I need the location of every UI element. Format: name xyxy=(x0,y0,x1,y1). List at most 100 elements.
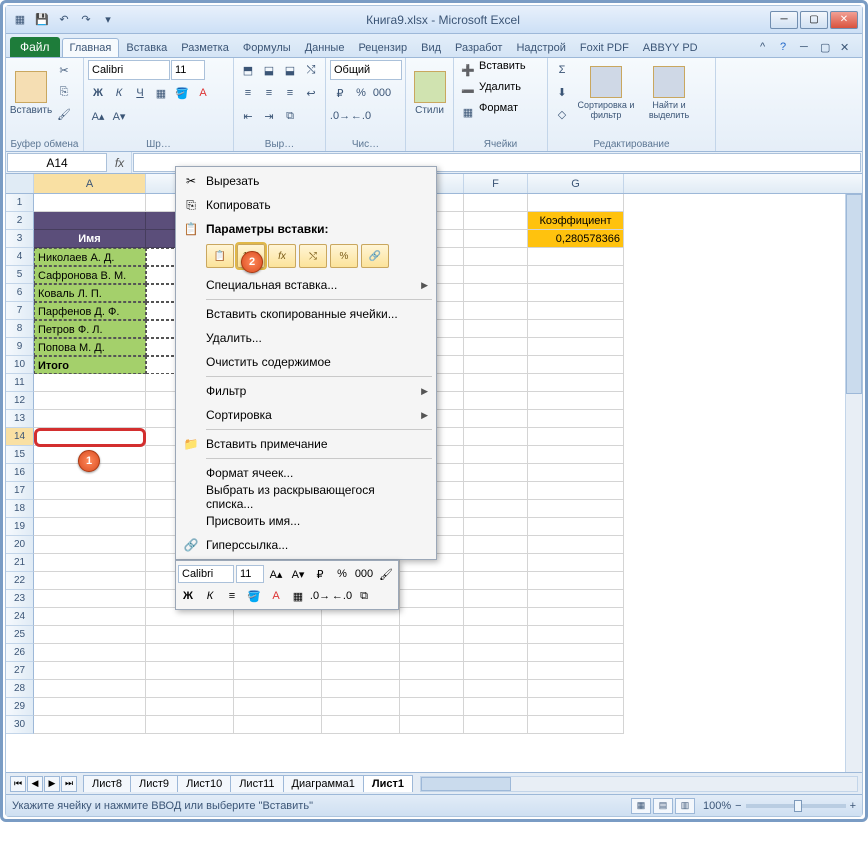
cell[interactable] xyxy=(34,212,146,230)
tab-foxit[interactable]: Foxit PDF xyxy=(573,39,636,57)
close-button[interactable]: ✕ xyxy=(830,11,858,29)
cell[interactable] xyxy=(464,500,528,518)
cell[interactable] xyxy=(400,644,464,662)
ctx-format-cells[interactable]: Формат ячеек... xyxy=(178,461,434,485)
cell[interactable] xyxy=(528,410,624,428)
row-header[interactable]: 6 xyxy=(6,284,34,302)
cut-icon[interactable]: ✂ xyxy=(54,60,74,80)
cell[interactable] xyxy=(464,680,528,698)
cell[interactable] xyxy=(464,248,528,266)
sort-filter-button[interactable]: Сортировка и фильтр xyxy=(574,60,638,126)
align-left-icon[interactable]: ≡ xyxy=(238,83,258,103)
cell[interactable] xyxy=(464,194,528,212)
row-header[interactable]: 20 xyxy=(6,536,34,554)
mini-comma-icon[interactable]: 000 xyxy=(354,564,374,584)
mini-percent-icon[interactable]: % xyxy=(332,564,352,584)
cell[interactable]: Петров Ф. Л. xyxy=(34,320,146,338)
cell[interactable] xyxy=(464,212,528,230)
bold-button[interactable]: Ж xyxy=(88,83,108,103)
cell[interactable] xyxy=(464,284,528,302)
workbook-close-icon[interactable]: ✕ xyxy=(840,41,856,57)
grow-font-icon[interactable]: A▴ xyxy=(88,106,108,126)
cell[interactable] xyxy=(146,716,234,734)
cell[interactable] xyxy=(34,428,146,446)
row-header[interactable]: 5 xyxy=(6,266,34,284)
cell[interactable]: Имя xyxy=(34,230,146,248)
paste-button[interactable]: Вставить xyxy=(10,60,52,126)
cell[interactable] xyxy=(464,644,528,662)
mini-grow-icon[interactable]: A▴ xyxy=(266,564,286,584)
row-header[interactable]: 8 xyxy=(6,320,34,338)
cell[interactable] xyxy=(34,680,146,698)
row-header[interactable]: 11 xyxy=(6,374,34,392)
cell[interactable] xyxy=(34,194,146,212)
row-header[interactable]: 2 xyxy=(6,212,34,230)
cell[interactable] xyxy=(34,392,146,410)
merge-icon[interactable]: ⧉ xyxy=(280,106,300,126)
cell[interactable] xyxy=(464,266,528,284)
cell[interactable] xyxy=(234,608,322,626)
mini-bold-icon[interactable]: Ж xyxy=(178,586,198,606)
cell[interactable] xyxy=(528,626,624,644)
cell[interactable] xyxy=(464,428,528,446)
sheet-tab[interactable]: Лист1 xyxy=(363,775,413,792)
font-color-button[interactable]: A xyxy=(193,83,213,103)
cell[interactable] xyxy=(464,572,528,590)
select-all-corner[interactable] xyxy=(6,174,34,193)
cell[interactable] xyxy=(528,284,624,302)
cell[interactable] xyxy=(34,518,146,536)
cell[interactable] xyxy=(528,500,624,518)
cell[interactable] xyxy=(146,626,234,644)
ctx-cut[interactable]: ✂Вырезать xyxy=(178,169,434,193)
cell[interactable] xyxy=(34,536,146,554)
cell[interactable] xyxy=(528,518,624,536)
mini-inc-dec-icon[interactable]: .0→ xyxy=(310,586,330,606)
cell[interactable] xyxy=(34,698,146,716)
cell[interactable] xyxy=(322,626,400,644)
row-header[interactable]: 7 xyxy=(6,302,34,320)
cell[interactable] xyxy=(464,338,528,356)
format-cells-icon[interactable]: ▦ xyxy=(458,102,478,122)
mini-border-icon[interactable]: ▦ xyxy=(288,586,308,606)
row-header[interactable]: 26 xyxy=(6,644,34,662)
format-label[interactable]: Формат xyxy=(479,102,518,122)
fill-icon[interactable]: ⬇ xyxy=(552,82,572,102)
cell[interactable]: Коэффициент xyxy=(528,212,624,230)
delete-cells-icon[interactable]: ➖ xyxy=(458,81,478,101)
cell[interactable] xyxy=(528,572,624,590)
ctx-dropdown-list[interactable]: Выбрать из раскрывающегося списка... xyxy=(178,485,434,509)
row-header[interactable]: 18 xyxy=(6,500,34,518)
maximize-button[interactable]: ▢ xyxy=(800,11,828,29)
wrap-text-icon[interactable]: ↩ xyxy=(301,83,321,103)
cell[interactable]: Итого xyxy=(34,356,146,374)
align-right-icon[interactable]: ≡ xyxy=(280,83,300,103)
sheet-tab[interactable]: Лист8 xyxy=(83,775,131,792)
cell[interactable] xyxy=(234,698,322,716)
align-bottom-icon[interactable]: ⬓ xyxy=(280,60,300,80)
cell[interactable] xyxy=(34,626,146,644)
cell[interactable] xyxy=(146,644,234,662)
cell[interactable] xyxy=(322,716,400,734)
align-center-icon[interactable]: ≡ xyxy=(259,83,279,103)
paste-formatting-icon[interactable]: % xyxy=(330,244,358,268)
undo-icon[interactable]: ↶ xyxy=(54,10,74,30)
workbook-restore-icon[interactable]: ▢ xyxy=(820,41,836,57)
tab-abbyy[interactable]: ABBYY PD xyxy=(636,39,705,57)
ctx-comment[interactable]: 📁Вставить примечание xyxy=(178,432,434,456)
cell[interactable] xyxy=(464,464,528,482)
border-button[interactable]: ▦ xyxy=(151,83,171,103)
indent-dec-icon[interactable]: ⇤ xyxy=(238,106,258,126)
cell[interactable] xyxy=(464,446,528,464)
horizontal-scrollbar[interactable] xyxy=(420,776,858,792)
paste-formulas-icon[interactable]: fx xyxy=(268,244,296,268)
cell[interactable] xyxy=(34,374,146,392)
file-tab[interactable]: Файл xyxy=(10,37,60,57)
row-header[interactable]: 16 xyxy=(6,464,34,482)
underline-button[interactable]: Ч xyxy=(130,83,150,103)
cell[interactable] xyxy=(528,482,624,500)
cell[interactable]: Сафронова В. М. xyxy=(34,266,146,284)
cell[interactable] xyxy=(528,446,624,464)
row-header[interactable]: 19 xyxy=(6,518,34,536)
row-header[interactable]: 9 xyxy=(6,338,34,356)
cell[interactable] xyxy=(528,536,624,554)
